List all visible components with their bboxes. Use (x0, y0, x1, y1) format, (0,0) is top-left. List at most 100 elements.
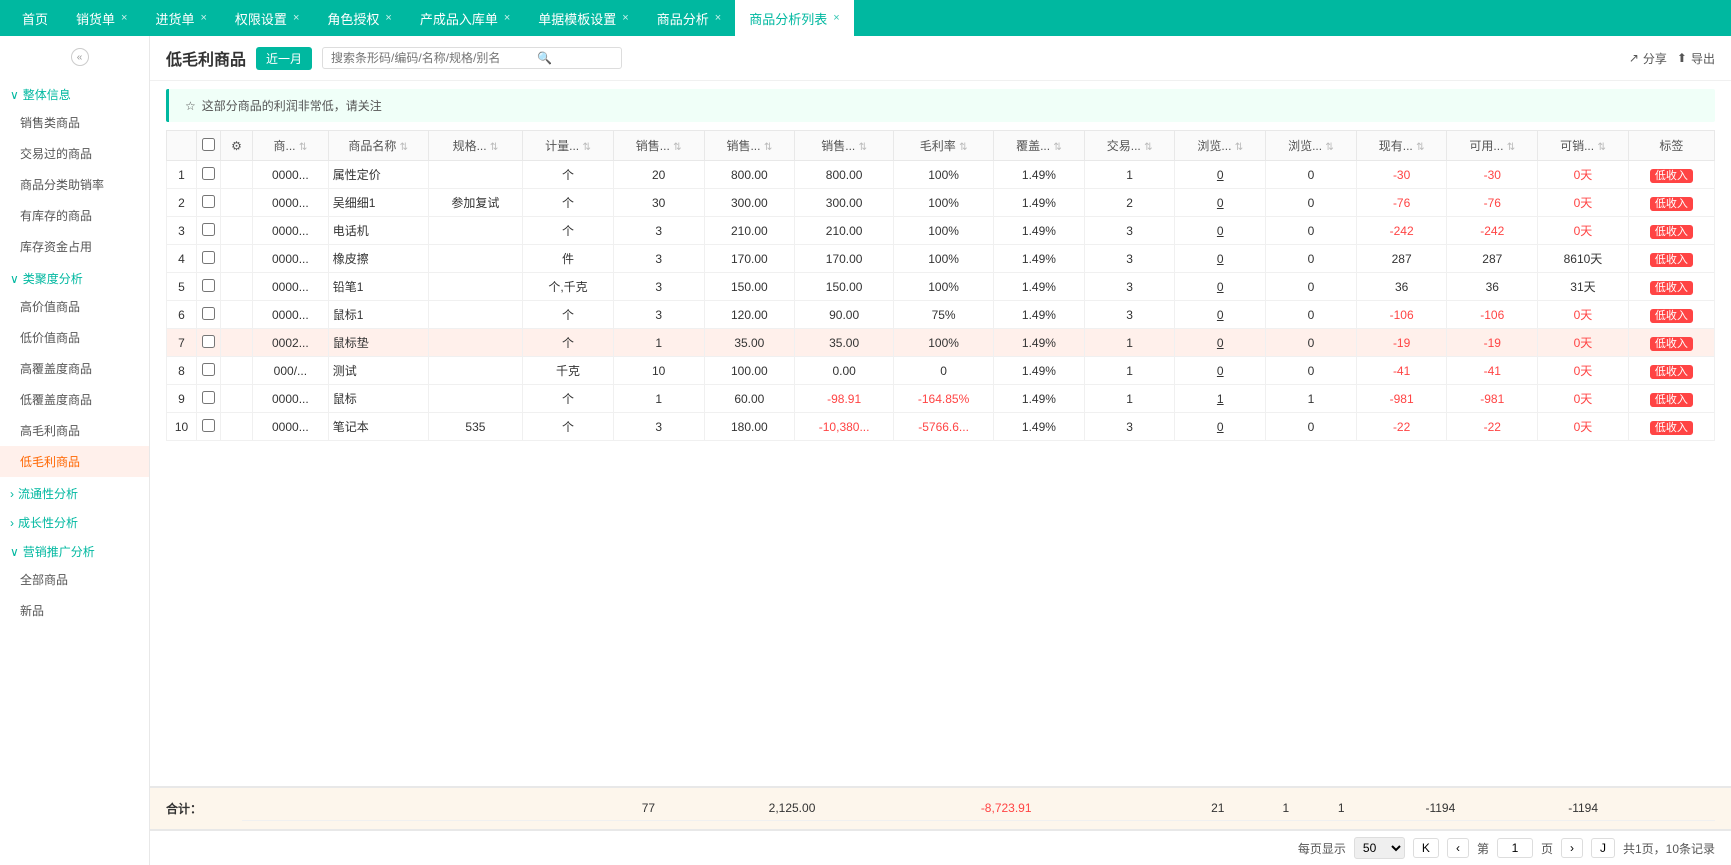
sort-icon[interactable]: ⇅ (1416, 142, 1424, 153)
sidebar-item-stock-capital[interactable]: 库存资金占用 (0, 231, 149, 262)
browse1-link[interactable]: 0 (1217, 168, 1224, 182)
row-checkbox[interactable] (202, 307, 215, 320)
date-filter-button[interactable]: 近一月 (256, 47, 312, 70)
nav-template-settings[interactable]: 单据模板设置 × (524, 0, 642, 36)
sort-icon[interactable]: ⇅ (959, 142, 967, 153)
browse1-link[interactable]: 0 (1217, 280, 1224, 294)
search-icon[interactable]: 🔍 (537, 51, 552, 65)
row-checkbox-cell[interactable] (197, 385, 221, 413)
nav-product-inbound[interactable]: 产成品入库单 × (406, 0, 524, 36)
sidebar-item-sales-goods[interactable]: 销售类商品 (0, 107, 149, 138)
row-checkbox-cell[interactable] (197, 413, 221, 441)
export-button[interactable]: ⬆ 导出 (1677, 50, 1715, 67)
sidebar-group-marketing[interactable]: ∨ 营销推广分析 (0, 535, 149, 564)
row-checkbox-cell[interactable] (197, 301, 221, 329)
sidebar-item-low-coverage[interactable]: 低覆盖度商品 (0, 384, 149, 415)
row-browse1[interactable]: 0 (1175, 245, 1266, 273)
sidebar-item-high-value[interactable]: 高价值商品 (0, 291, 149, 322)
sort-icon[interactable]: ⇅ (299, 142, 307, 153)
sidebar-item-high-coverage[interactable]: 高覆盖度商品 (0, 353, 149, 384)
col-settings[interactable]: ⚙ (221, 131, 253, 161)
sidebar-item-all-goods[interactable]: 全部商品 (0, 564, 149, 595)
row-checkbox[interactable] (202, 167, 215, 180)
row-checkbox-cell[interactable] (197, 161, 221, 189)
last-page-button[interactable]: J (1591, 838, 1615, 858)
row-checkbox[interactable] (202, 251, 215, 264)
search-input[interactable] (331, 51, 531, 65)
browse1-link[interactable]: 1 (1217, 392, 1224, 406)
sidebar-item-new-goods[interactable]: 新品 (0, 595, 149, 626)
sort-icon[interactable]: ⇅ (859, 142, 867, 153)
row-checkbox-cell[interactable] (197, 273, 221, 301)
row-browse1[interactable]: 0 (1175, 357, 1266, 385)
sidebar-item-low-margin[interactable]: 低毛利商品 (0, 446, 149, 477)
sidebar-item-category-sales-rate[interactable]: 商品分类助销率 (0, 169, 149, 200)
row-browse1[interactable]: 0 (1175, 161, 1266, 189)
browse1-link[interactable]: 0 (1217, 252, 1224, 266)
close-icon[interactable]: × (504, 12, 510, 24)
row-checkbox[interactable] (202, 391, 215, 404)
browse1-link[interactable]: 0 (1217, 364, 1224, 378)
row-checkbox-cell[interactable] (197, 357, 221, 385)
browse1-link[interactable]: 0 (1217, 224, 1224, 238)
page-number-input[interactable] (1497, 838, 1533, 858)
nav-product-analysis-list[interactable]: 商品分析列表 × (735, 0, 853, 36)
row-browse1[interactable]: 0 (1175, 189, 1266, 217)
nav-home[interactable]: 首页 (8, 0, 62, 36)
browse1-link[interactable]: 0 (1217, 308, 1224, 322)
row-checkbox-cell[interactable] (197, 217, 221, 245)
row-checkbox-cell[interactable] (197, 245, 221, 273)
sort-icon[interactable]: ⇅ (1235, 142, 1243, 153)
sidebar-group-overall-info[interactable]: ∨ 整体信息 (0, 78, 149, 107)
sort-icon[interactable]: ⇅ (1597, 142, 1605, 153)
select-all-checkbox[interactable] (202, 138, 215, 151)
sort-icon[interactable]: ⇅ (1507, 142, 1515, 153)
settings-icon[interactable]: ⚙ (231, 139, 242, 153)
sort-icon[interactable]: ⇅ (400, 142, 408, 153)
nav-sales-order[interactable]: 销货单 × (62, 0, 141, 36)
close-icon[interactable]: × (121, 12, 127, 24)
sidebar-group-growth[interactable]: › 成长性分析 (0, 506, 149, 535)
sort-icon[interactable]: ⇅ (1325, 142, 1333, 153)
row-browse1[interactable]: 0 (1175, 273, 1266, 301)
sort-icon[interactable]: ⇅ (1144, 142, 1152, 153)
sidebar-item-low-value[interactable]: 低价值商品 (0, 322, 149, 353)
nav-permission-settings[interactable]: 权限设置 × (221, 0, 313, 36)
browse1-link[interactable]: 0 (1217, 196, 1224, 210)
sidebar-item-high-margin[interactable]: 高毛利商品 (0, 415, 149, 446)
row-checkbox-cell[interactable] (197, 329, 221, 357)
sidebar-collapse-button[interactable]: « (71, 48, 89, 66)
row-checkbox[interactable] (202, 279, 215, 292)
sidebar-group-liquidity[interactable]: › 流通性分析 (0, 477, 149, 506)
per-page-select[interactable]: 50 100 200 (1354, 837, 1405, 859)
browse1-link[interactable]: 0 (1217, 336, 1224, 350)
share-button[interactable]: ↗ 分享 (1629, 50, 1667, 67)
close-icon[interactable]: × (833, 12, 839, 24)
sidebar-item-traded-goods[interactable]: 交易过的商品 (0, 138, 149, 169)
sort-icon[interactable]: ⇅ (490, 142, 498, 153)
row-browse1[interactable]: 0 (1175, 329, 1266, 357)
nav-product-analysis[interactable]: 商品分析 × (643, 0, 735, 36)
sort-icon[interactable]: ⇅ (582, 142, 590, 153)
prev-page-button[interactable]: ‹ (1447, 838, 1469, 858)
table-container[interactable]: ⚙ 商... ⇅ 商品名称 ⇅ 规格... ⇅ 计量... ⇅ 销售... ⇅ … (150, 130, 1731, 786)
sidebar-group-cluster-analysis[interactable]: ∨ 类聚度分析 (0, 262, 149, 291)
close-icon[interactable]: × (200, 12, 206, 24)
row-checkbox[interactable] (202, 419, 215, 432)
row-checkbox[interactable] (202, 363, 215, 376)
sidebar-item-in-stock-goods[interactable]: 有库存的商品 (0, 200, 149, 231)
nav-role-auth[interactable]: 角色授权 × (313, 0, 405, 36)
close-icon[interactable]: × (385, 12, 391, 24)
close-icon[interactable]: × (622, 12, 628, 24)
row-browse1[interactable]: 0 (1175, 413, 1266, 441)
close-icon[interactable]: × (293, 12, 299, 24)
sort-icon[interactable]: ⇅ (673, 142, 681, 153)
nav-purchase-order[interactable]: 进货单 × (141, 0, 220, 36)
first-page-button[interactable]: K (1413, 838, 1439, 858)
row-browse1[interactable]: 0 (1175, 217, 1266, 245)
row-checkbox[interactable] (202, 195, 215, 208)
sort-icon[interactable]: ⇅ (1053, 142, 1061, 153)
row-browse1[interactable]: 0 (1175, 301, 1266, 329)
row-checkbox-cell[interactable] (197, 189, 221, 217)
next-page-button[interactable]: › (1561, 838, 1583, 858)
